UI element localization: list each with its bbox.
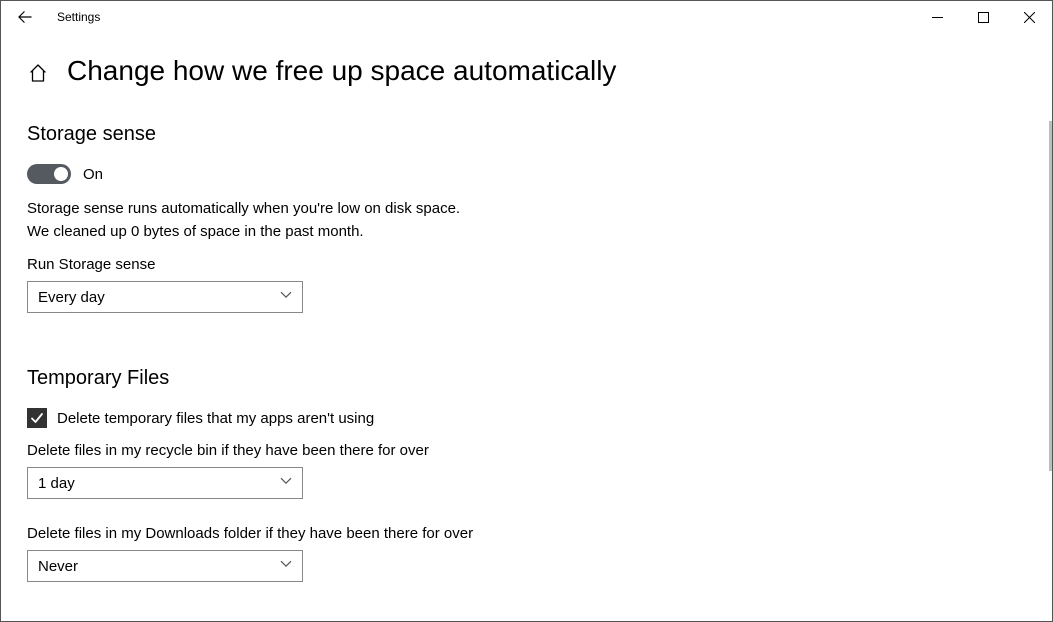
run-storage-sense-dropdown[interactable]: Every day <box>27 281 303 313</box>
storage-sense-desc-line2: We cleaned up 0 bytes of space in the pa… <box>27 221 1026 242</box>
run-storage-sense-value: Every day <box>38 289 105 306</box>
page-title: Change how we free up space automaticall… <box>67 55 616 87</box>
toggle-knob <box>54 167 68 181</box>
storage-sense-toggle-row: On <box>27 164 1026 184</box>
close-icon <box>1024 12 1035 23</box>
app-title: Settings <box>57 10 100 24</box>
minimize-icon <box>932 12 943 23</box>
storage-sense-toggle-label: On <box>83 166 103 183</box>
home-icon <box>28 63 48 83</box>
window-controls <box>914 1 1052 33</box>
settings-window: Settings Change how we free up space aut… <box>0 0 1053 622</box>
close-button[interactable] <box>1006 1 1052 33</box>
recycle-bin-dropdown[interactable]: 1 day <box>27 467 303 499</box>
downloads-label: Delete files in my Downloads folder if t… <box>27 525 1026 542</box>
chevron-down-icon <box>280 474 292 491</box>
content-area: Change how we free up space automaticall… <box>1 33 1052 621</box>
run-storage-sense-label: Run Storage sense <box>27 256 1026 273</box>
recycle-bin-value: 1 day <box>38 475 75 492</box>
titlebar: Settings <box>1 1 1052 33</box>
storage-sense-desc-line1: Storage sense runs automatically when yo… <box>27 198 1026 219</box>
temporary-files-heading: Temporary Files <box>27 367 1026 390</box>
delete-temp-files-checkbox[interactable] <box>27 408 47 428</box>
minimize-button[interactable] <box>914 1 960 33</box>
maximize-button[interactable] <box>960 1 1006 33</box>
maximize-icon <box>978 12 989 23</box>
scrollbar[interactable] <box>1049 121 1052 471</box>
chevron-down-icon <box>280 288 292 305</box>
downloads-value: Never <box>38 558 78 575</box>
back-arrow-icon <box>18 10 32 24</box>
delete-temp-files-row: Delete temporary files that my apps aren… <box>27 408 1026 428</box>
checkmark-icon <box>30 411 44 425</box>
delete-temp-files-label: Delete temporary files that my apps aren… <box>57 410 374 427</box>
storage-sense-toggle[interactable] <box>27 164 71 184</box>
chevron-down-icon <box>280 557 292 574</box>
page-header: Change how we free up space automaticall… <box>27 55 1026 87</box>
downloads-dropdown[interactable]: Never <box>27 550 303 582</box>
home-button[interactable] <box>27 62 49 84</box>
recycle-bin-label: Delete files in my recycle bin if they h… <box>27 442 1026 459</box>
back-button[interactable] <box>7 1 43 33</box>
storage-sense-heading: Storage sense <box>27 123 1026 146</box>
